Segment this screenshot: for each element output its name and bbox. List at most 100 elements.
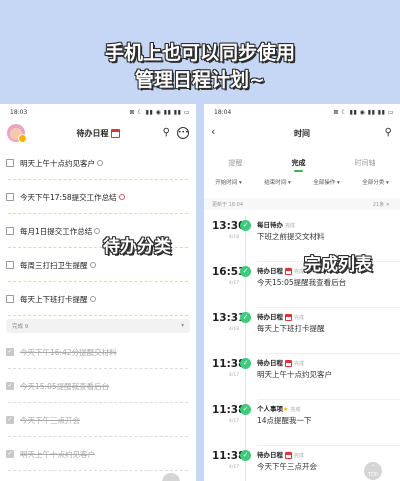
check-icon: ✓ (240, 220, 251, 231)
todo-text: 明天上午十点约见客户 (20, 158, 95, 168)
clock-icon (89, 296, 96, 302)
entry-category: 待办日程 完成 (257, 267, 305, 275)
entry-task: 每天上下班打卡提醒 (257, 324, 325, 333)
status-bar: 18:03 ⊠ ☾ ▮▮ ◉ ▮▮ ▮▮ ▭ (0, 104, 196, 120)
timeline-entry[interactable]: 11:38 4/17 ✓ 个人事项★ 完成 14点提醒我一下 (204, 400, 400, 446)
done-section-toggle[interactable]: 完成 9 ▾ (6, 319, 190, 333)
search-icon[interactable]: ⚲ (163, 127, 170, 139)
tab-reminder[interactable]: 提醒 (225, 158, 247, 168)
banner-line-1: 手机上也可以同步使用 (104, 42, 295, 64)
calendar-icon (285, 313, 292, 321)
entry-category: 待办日程 完成 (257, 451, 305, 459)
banner: 手机上也可以同步使用 管理日程计划~ (0, 40, 400, 94)
page-title: 时间 (294, 128, 310, 138)
back-icon[interactable]: ‹ (211, 126, 215, 138)
entry-date: 4/17 (229, 281, 240, 286)
checked-checkbox[interactable]: ✓ (6, 416, 14, 424)
record-count[interactable]: 21条 ✕ (373, 201, 390, 208)
checkbox[interactable] (6, 227, 14, 235)
calendar-icon (285, 451, 292, 459)
checkbox[interactable] (6, 159, 14, 167)
entry-category: 待办日程 完成 (257, 313, 305, 321)
phone-timeline-screen: 18:04 ⊠ ☾ ▮▮ ◉ ▮▮ ▮▮ ▭ ‹ 时间 ⚲ 提醒 完成 时间轴 … (204, 104, 400, 481)
top-bar: ‹ 时间 ⚲ (204, 120, 400, 146)
todo-item[interactable]: 每天上下班打卡提醒 (0, 282, 196, 316)
clock-icon (118, 194, 125, 200)
entry-date: 4/17 (229, 465, 240, 470)
timeline-entry[interactable]: 13:31 4/18 ✓ 待办日程 完成 每天上下班打卡提醒 (204, 308, 400, 354)
top-label: TOP (367, 472, 378, 478)
calendar-icon (110, 128, 120, 138)
done-text: 今天15:05提醒我查看后台 (20, 381, 110, 391)
entry-date: 4/18 (229, 327, 240, 332)
checkbox[interactable] (6, 295, 14, 303)
entry-date: 4/18 (229, 235, 240, 240)
entry-task: 今天下午三点开会 (257, 462, 317, 471)
filter-end-time[interactable]: 结束时间 ▾ (264, 178, 291, 192)
overlay-label-done: 完成列表 (304, 255, 372, 275)
done-text: 明天上午十点约见客户 (20, 449, 95, 459)
avatar[interactable] (7, 124, 27, 143)
checked-checkbox[interactable]: ✓ (6, 382, 14, 390)
updated-bar: 更新于 18:04 21条 ✕ (204, 198, 400, 210)
filter-category[interactable]: 全部分类 ▾ (362, 178, 389, 192)
done-text: 今天下午三点开会 (20, 415, 80, 425)
search-icon[interactable]: ⚲ (385, 127, 392, 139)
entry-task: 今天15:05提醒我查看后台 (257, 278, 347, 287)
checked-checkbox[interactable]: ✓ (6, 348, 14, 356)
more-icon[interactable]: ••• (177, 127, 189, 139)
entry-task: 14点提醒我一下 (257, 416, 312, 425)
entry-date: 4/17 (229, 419, 240, 424)
chevron-down-icon: ▾ (181, 323, 184, 329)
entry-date: 4/17 (229, 373, 240, 378)
calendar-icon (285, 267, 292, 275)
todo-text: 每月1日提交工作总结 (20, 226, 93, 236)
tab-done[interactable]: 完成 (288, 158, 310, 172)
checked-checkbox[interactable]: ✓ (6, 450, 14, 458)
todo-text: 每周三打扫卫生提醒 (20, 260, 88, 270)
status-icons: ⊠ ☾ ▮▮ ◉ ▮▮ ▮▮ ▭ (333, 108, 394, 116)
tab-bar: 提醒 完成 时间轴 (204, 154, 400, 172)
done-item[interactable]: ✓ 今天15:05提醒我查看后台 (0, 369, 196, 403)
todo-item[interactable]: 明天上午十点约见客户 (0, 146, 196, 180)
done-item[interactable]: ✓ 今天下午三点开会 (0, 403, 196, 437)
clock-icon (94, 228, 101, 234)
done-text: 今天下午16:42分提醒交材料 (20, 347, 117, 357)
scroll-top-button[interactable]: ⌃ TOP (364, 462, 382, 480)
checkbox[interactable] (6, 193, 14, 201)
check-icon: ✓ (240, 312, 251, 323)
entry-category: 个人事项★ 完成 (257, 405, 301, 413)
overlay-label-todo: 待办分类 (103, 237, 171, 257)
done-item[interactable]: ✓ 明天上午十点约见客户 (0, 437, 196, 471)
filter-start-time[interactable]: 开始时间 ▾ (215, 178, 242, 192)
todo-text: 每天上下班打卡提醒 (20, 294, 88, 304)
check-icon: ✓ (240, 358, 251, 369)
page-title: 待办日程 (76, 128, 109, 138)
done-item[interactable]: ✓ 今天下午16:42分提醒交材料 (0, 335, 196, 369)
timeline-entry[interactable]: 11:38 4/17 ✓ 待办日程 完成 明天上午十点约见客户 (204, 354, 400, 400)
phone-todo-screen: 18:03 ⊠ ☾ ▮▮ ◉ ▮▮ ▮▮ ▭ 待办日程 ⚲ ••• 明天上午十点… (0, 104, 196, 481)
filter-bar: 开始时间 ▾ 结束时间 ▾ 全部操作 ▾ 全部分类 ▾ (204, 178, 400, 192)
status-time: 18:04 (214, 108, 232, 116)
checkbox[interactable] (6, 261, 14, 269)
check-icon: ✓ (240, 404, 251, 415)
star-icon: ★ (283, 406, 289, 413)
entry-task: 明天上午十点约见客户 (257, 370, 332, 379)
clock-icon (97, 160, 103, 166)
entry-category: 待办日程 完成 (257, 359, 305, 367)
entry-category: 每日待办 完成 (257, 221, 296, 229)
updated-time: 更新于 18:04 (212, 201, 243, 208)
done-section-label: 完成 9 (12, 324, 29, 330)
status-icons: ⊠ ☾ ▮▮ ◉ ▮▮ ▮▮ ▭ (129, 108, 190, 116)
status-bar: 18:04 ⊠ ☾ ▮▮ ◉ ▮▮ ▮▮ ▭ (204, 104, 400, 120)
banner-line-2: 管理日程计划~ (135, 69, 265, 91)
scroll-top-button[interactable] (162, 473, 180, 481)
todo-item[interactable]: 今天下午17:58提交工作总结 (0, 180, 196, 214)
filter-actions[interactable]: 全部操作 ▾ (313, 178, 340, 192)
calendar-icon (285, 359, 292, 367)
check-icon: ✓ (240, 450, 251, 461)
top-bar: 待办日程 ⚲ ••• (0, 120, 196, 146)
status-time: 18:03 (10, 108, 28, 116)
tab-timeline[interactable]: 时间轴 (351, 158, 380, 168)
todo-text: 今天下午17:58提交工作总结 (20, 192, 117, 202)
